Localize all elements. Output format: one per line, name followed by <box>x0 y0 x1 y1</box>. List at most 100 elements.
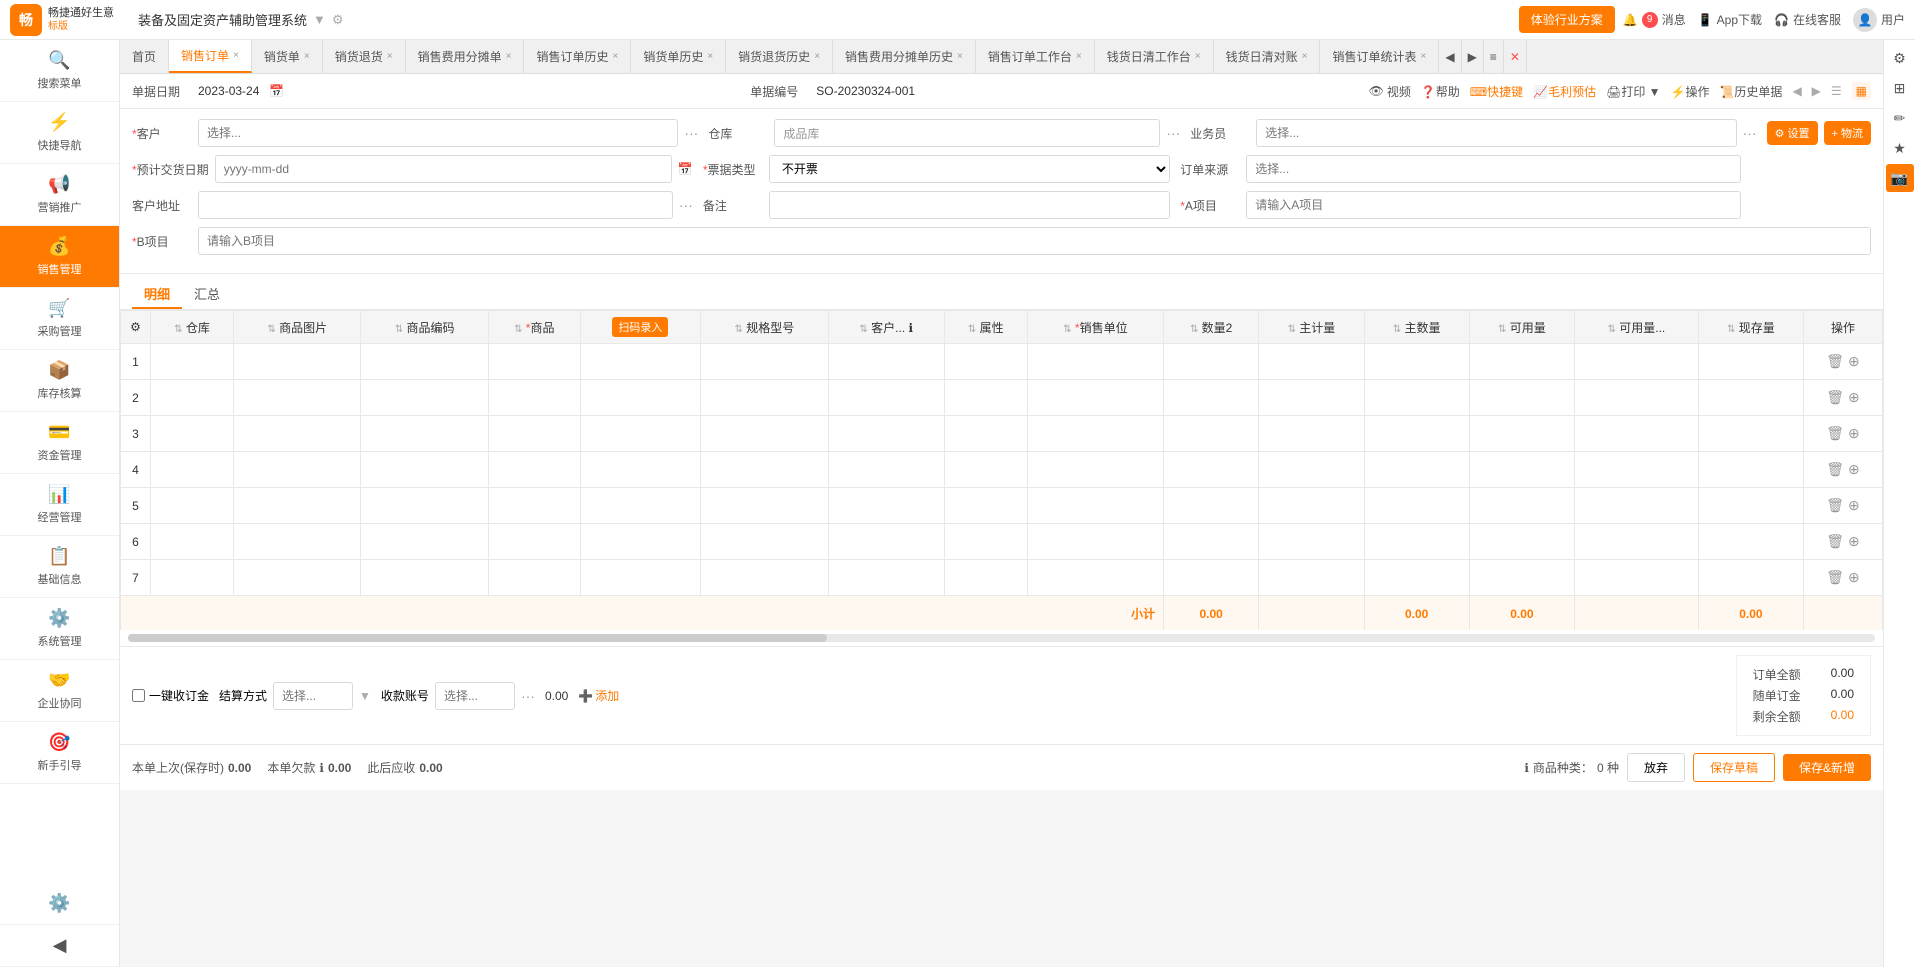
tab-sales-expense[interactable]: 销售费用分摊单 × <box>406 40 525 73</box>
col-setting[interactable]: ⚙ <box>121 311 151 344</box>
tab-order-history[interactable]: 销售订单历史 × <box>524 40 631 73</box>
row-qty2-7[interactable] <box>1163 560 1258 596</box>
row-main-unit-4[interactable] <box>1259 452 1364 488</box>
row-product-img-6[interactable] <box>233 524 360 560</box>
row-main-unit-6[interactable] <box>1259 524 1364 560</box>
close-tab-icon[interactable]: × <box>814 51 820 62</box>
sidebar-item-inventory[interactable]: 📦 库存核算 <box>0 350 119 412</box>
delete-row-icon[interactable]: 🗑 <box>1826 389 1844 406</box>
save-draft-button[interactable]: 保存草稿 <box>1693 753 1775 782</box>
row-avail-5[interactable] <box>1469 488 1574 524</box>
copy-row-icon[interactable]: ⊕ <box>1848 533 1860 550</box>
row-warehouse-4[interactable] <box>151 452 234 488</box>
scan-btn[interactable]: 扫码录入 <box>612 317 668 337</box>
address-input[interactable] <box>198 191 673 219</box>
logistics-btn[interactable]: + 物流 <box>1824 121 1871 145</box>
row-product-code-2[interactable] <box>361 380 488 416</box>
row-main-qty-4[interactable] <box>1364 452 1469 488</box>
row-product-4[interactable] <box>488 452 580 488</box>
close-tab-icon[interactable]: × <box>1420 51 1426 62</box>
row-cust-spec-4[interactable] <box>828 452 944 488</box>
copy-row-icon[interactable]: ⊕ <box>1848 353 1860 370</box>
user-btn[interactable]: 👤 用户 <box>1853 8 1905 32</box>
list-view-icon[interactable]: ☰ <box>1831 84 1842 98</box>
col-product-img[interactable]: ⇅ 商品图片 <box>233 311 360 344</box>
row-product-code-3[interactable] <box>361 416 488 452</box>
col-product[interactable]: ⇅ *商品 <box>488 311 580 344</box>
delete-row-icon[interactable]: 🗑 <box>1826 461 1844 478</box>
online-service-btn[interactable]: 🎧 在线客服 <box>1774 11 1841 28</box>
row-product-code-1[interactable] <box>361 344 488 380</box>
app-download-btn[interactable]: 📱 App下载 <box>1698 11 1762 28</box>
sidebar-item-operation[interactable]: 📊 经营管理 <box>0 474 119 536</box>
row-avail-1[interactable] <box>1469 344 1574 380</box>
tab-home[interactable]: 首页 <box>120 40 169 73</box>
row-qty2-2[interactable] <box>1163 380 1258 416</box>
close-tab-icon[interactable]: × <box>233 50 239 61</box>
row-main-qty-1[interactable] <box>1364 344 1469 380</box>
row-unit-3[interactable] <box>1027 416 1163 452</box>
shortcut-btn[interactable]: ⌨快捷键 <box>1470 83 1523 100</box>
row-avail-4[interactable] <box>1469 452 1574 488</box>
row-avail2-7[interactable] <box>1575 560 1699 596</box>
row-avail2-3[interactable] <box>1575 416 1699 452</box>
tab-daily-clear[interactable]: 钱货日清工作台 × <box>1095 40 1214 73</box>
save-new-button[interactable]: 保存&新增 <box>1783 754 1871 781</box>
row-main-unit-1[interactable] <box>1259 344 1364 380</box>
row-attr-5[interactable] <box>944 488 1027 524</box>
row-cust-spec-1[interactable] <box>828 344 944 380</box>
tab-return-history[interactable]: 销货退货历史 × <box>726 40 833 73</box>
row-main-unit-5[interactable] <box>1259 488 1364 524</box>
close-tab-icon[interactable]: × <box>506 51 512 62</box>
tab-nav-next[interactable]: ▶ <box>1462 40 1484 73</box>
row-warehouse-3[interactable] <box>151 416 234 452</box>
row-unit-1[interactable] <box>1027 344 1163 380</box>
row-avail-3[interactable] <box>1469 416 1574 452</box>
close-tab-icon[interactable]: × <box>1076 51 1082 62</box>
receipt-more-icon[interactable]: ··· <box>521 688 535 704</box>
row-warehouse-2[interactable] <box>151 380 234 416</box>
warehouse-more-icon[interactable]: ··· <box>1166 125 1180 141</box>
row-product-5[interactable] <box>488 488 580 524</box>
row-spec-2[interactable] <box>701 380 828 416</box>
sidebar-item-purchase[interactable]: 🛒 采购管理 <box>0 288 119 350</box>
row-unit-4[interactable] <box>1027 452 1163 488</box>
tab-summary[interactable]: 汇总 <box>182 280 232 309</box>
row-unit-5[interactable] <box>1027 488 1163 524</box>
nav-prev-icon[interactable]: ◀ <box>1792 84 1801 98</box>
row-attr-7[interactable] <box>944 560 1027 596</box>
col-main-qty[interactable]: ⇅ 主数量 <box>1364 311 1469 344</box>
row-product-img-1[interactable] <box>233 344 360 380</box>
row-main-qty-6[interactable] <box>1364 524 1469 560</box>
row-attr-6[interactable] <box>944 524 1027 560</box>
right-btn-camera[interactable]: 📷 <box>1886 164 1914 192</box>
sidebar-item-sales[interactable]: 💰 销售管理 <box>0 226 119 288</box>
tab-nav-prev[interactable]: ◀ <box>1439 40 1461 73</box>
print-btn[interactable]: 🖨打印 ▼ <box>1606 83 1660 100</box>
help-btn[interactable]: ❓帮助 <box>1421 83 1460 100</box>
industry-plan-button[interactable]: 体验行业方案 <box>1519 6 1615 33</box>
row-stock-6[interactable] <box>1698 524 1803 560</box>
row-qty2-3[interactable] <box>1163 416 1258 452</box>
row-product-code-5[interactable] <box>361 488 488 524</box>
tab-sales-invoice[interactable]: 销货单 × <box>252 40 323 73</box>
row-main-unit-7[interactable] <box>1259 560 1364 596</box>
row-stock-7[interactable] <box>1698 560 1803 596</box>
copy-row-icon[interactable]: ⊕ <box>1848 569 1860 586</box>
row-unit-6[interactable] <box>1027 524 1163 560</box>
row-spec-5[interactable] <box>701 488 828 524</box>
copy-row-icon[interactable]: ⊕ <box>1848 389 1860 406</box>
row-stock-4[interactable] <box>1698 452 1803 488</box>
payment-dropdown-icon[interactable]: ▼ <box>359 689 371 703</box>
row-product-img-7[interactable] <box>233 560 360 596</box>
row-unit-2[interactable] <box>1027 380 1163 416</box>
close-tab-icon[interactable]: × <box>957 51 963 62</box>
b-project-input[interactable] <box>198 227 1871 255</box>
tab-nav-expand[interactable]: ≡ <box>1484 40 1504 73</box>
sidebar-item-search[interactable]: 🔍 搜索菜单 <box>0 40 119 102</box>
close-tab-icon[interactable]: × <box>1195 51 1201 62</box>
tab-stats[interactable]: 销售订单统计表 × <box>1320 40 1439 73</box>
row-qty2-6[interactable] <box>1163 524 1258 560</box>
address-more-icon[interactable]: ··· <box>679 197 693 213</box>
salesperson-input[interactable] <box>1256 119 1736 147</box>
